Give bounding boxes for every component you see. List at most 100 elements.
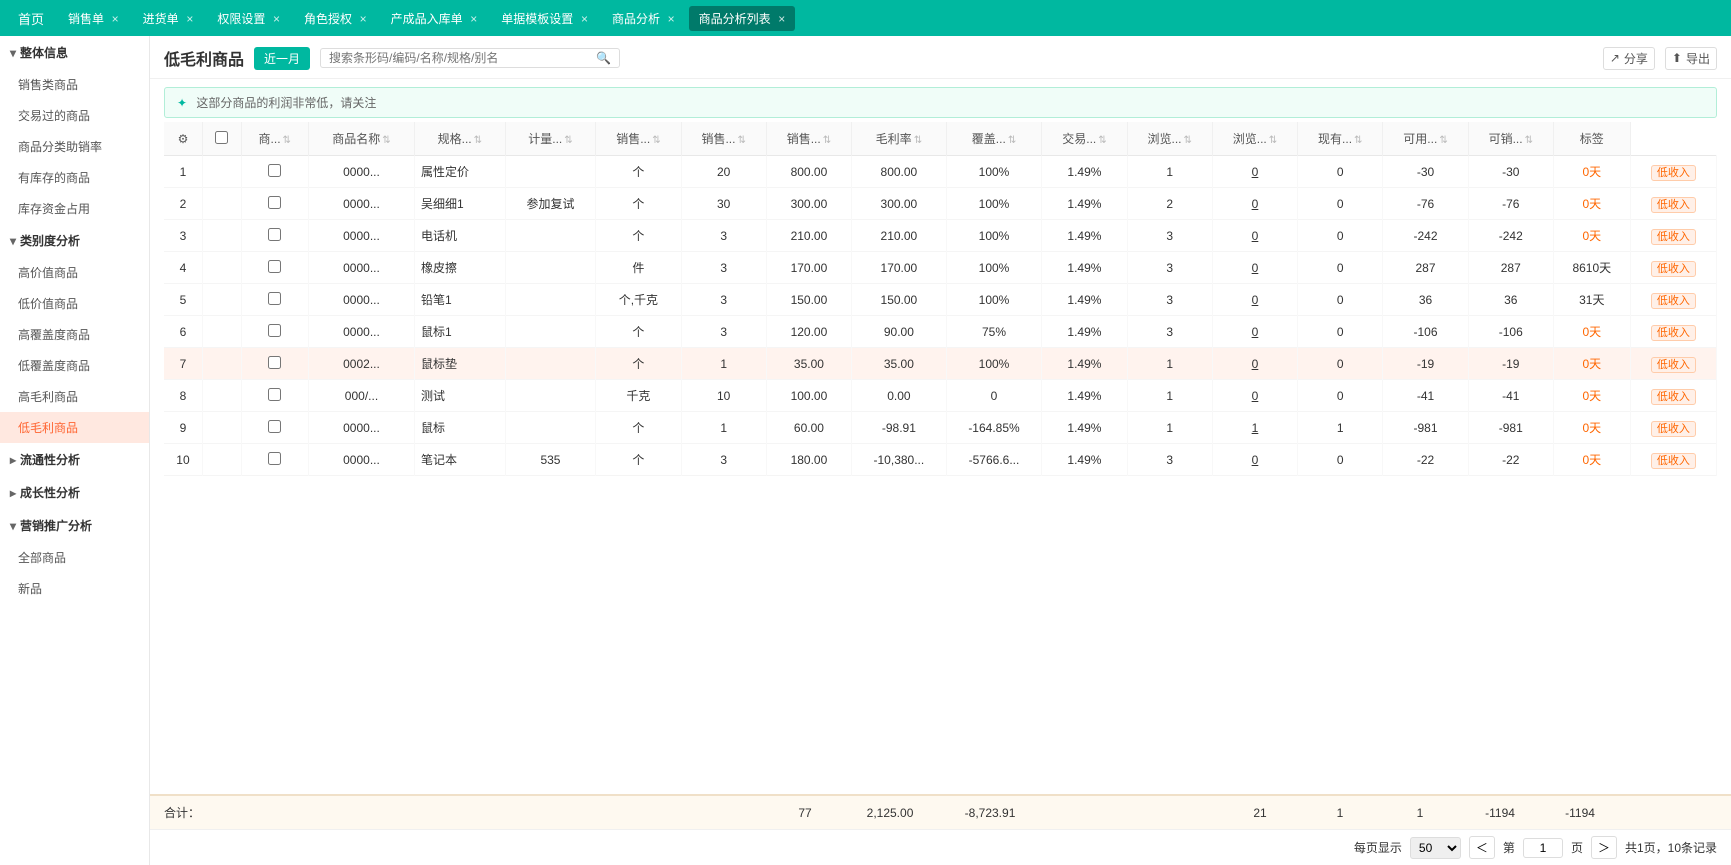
nav-item-home[interactable]: 首页 <box>8 5 54 32</box>
per-page-select[interactable]: 50 20 100 <box>1410 837 1461 859</box>
row-available: -242 <box>1468 220 1553 252</box>
next-page-button[interactable]: ＞ <box>1591 836 1617 859</box>
close-icon[interactable]: × <box>581 12 588 26</box>
row-select-checkbox[interactable] <box>268 228 281 241</box>
row-actions[interactable] <box>202 252 241 284</box>
row-views1[interactable]: 0 <box>1212 252 1297 284</box>
nav-item-products[interactable]: 产成品入库单 × <box>381 6 488 31</box>
row-checkbox[interactable] <box>241 252 308 284</box>
date-filter-button[interactable]: 近一月 <box>254 47 310 70</box>
row-views1[interactable]: 0 <box>1212 220 1297 252</box>
close-icon[interactable]: × <box>273 12 280 26</box>
sidebar-item-high-margin[interactable]: 高毛利商品 <box>0 381 149 412</box>
sidebar-item-sales-goods[interactable]: 销售类商品 <box>0 69 149 100</box>
row-views1[interactable]: 1 <box>1212 412 1297 444</box>
sidebar-group-overall[interactable]: ▾ 整体信息 <box>0 36 149 69</box>
table-row: 10 0000... 笔记本 535 个 3 180.00 -10,380...… <box>164 444 1717 476</box>
row-views2: 0 <box>1298 188 1383 220</box>
nav-item-analysis[interactable]: 商品分析 × <box>602 6 685 31</box>
row-checkbox[interactable] <box>241 156 308 188</box>
row-checkbox[interactable] <box>241 316 308 348</box>
row-select-checkbox[interactable] <box>268 292 281 305</box>
row-saleable: 31天 <box>1553 284 1630 316</box>
sidebar-group-growth[interactable]: ▸ 成长性分析 <box>0 476 149 509</box>
row-select-checkbox[interactable] <box>268 164 281 177</box>
col-settings[interactable]: ⚙ <box>164 122 202 156</box>
share-button[interactable]: ↗ 分享 <box>1603 47 1655 70</box>
sidebar-group-circulation[interactable]: ▸ 流通性分析 <box>0 443 149 476</box>
nav-item-sales[interactable]: 销售单 × <box>58 6 129 31</box>
select-all-checkbox[interactable] <box>215 131 228 144</box>
row-views2: 0 <box>1298 380 1383 412</box>
search-input[interactable] <box>329 51 596 65</box>
row-views1[interactable]: 0 <box>1212 188 1297 220</box>
nav-item-purchase[interactable]: 进货单 × <box>133 6 204 31</box>
sidebar-group-category[interactable]: ▾ 类别度分析 <box>0 224 149 257</box>
sidebar-item-new-goods[interactable]: 新品 <box>0 573 149 604</box>
prev-page-button[interactable]: ＜ <box>1469 836 1495 859</box>
row-select-checkbox[interactable] <box>268 420 281 433</box>
sidebar-group-marketing[interactable]: ▾ 营销推广分析 <box>0 509 149 542</box>
col-checkbox[interactable] <box>202 122 241 156</box>
row-select-checkbox[interactable] <box>268 324 281 337</box>
row-actions[interactable] <box>202 284 241 316</box>
row-checkbox[interactable] <box>241 188 308 220</box>
row-views1[interactable]: 0 <box>1212 156 1297 188</box>
row-sales-profit: 90.00 <box>852 316 947 348</box>
row-current-stock: -242 <box>1383 220 1468 252</box>
sidebar-item-low-margin[interactable]: 低毛利商品 <box>0 412 149 443</box>
close-icon[interactable]: × <box>668 12 675 26</box>
nav-item-roles[interactable]: 角色授权 × <box>294 6 377 31</box>
row-checkbox[interactable] <box>241 348 308 380</box>
row-checkbox[interactable] <box>241 284 308 316</box>
row-actions[interactable] <box>202 156 241 188</box>
row-available: 36 <box>1468 284 1553 316</box>
sidebar-item-high-value[interactable]: 高价值商品 <box>0 257 149 288</box>
row-checkbox[interactable] <box>241 380 308 412</box>
search-icon[interactable]: 🔍 <box>596 51 611 65</box>
row-views1[interactable]: 0 <box>1212 444 1297 476</box>
sidebar-item-traded-goods[interactable]: 交易过的商品 <box>0 100 149 131</box>
row-actions[interactable] <box>202 412 241 444</box>
close-icon[interactable]: × <box>186 12 193 26</box>
sidebar-item-all-goods[interactable]: 全部商品 <box>0 542 149 573</box>
row-transactions: 3 <box>1127 220 1212 252</box>
row-select-checkbox[interactable] <box>268 260 281 273</box>
nav-item-permissions[interactable]: 权限设置 × <box>207 6 290 31</box>
row-select-checkbox[interactable] <box>268 196 281 209</box>
row-actions[interactable] <box>202 188 241 220</box>
row-select-checkbox[interactable] <box>268 452 281 465</box>
sidebar-item-stocked-goods[interactable]: 有库存的商品 <box>0 162 149 193</box>
row-actions[interactable] <box>202 348 241 380</box>
page-input[interactable] <box>1523 838 1563 858</box>
sidebar-item-category-rate[interactable]: 商品分类助销率 <box>0 131 149 162</box>
nav-item-analysis-list[interactable]: 商品分析列表 × <box>689 6 796 31</box>
row-actions[interactable] <box>202 444 241 476</box>
row-views1[interactable]: 0 <box>1212 316 1297 348</box>
row-actions[interactable] <box>202 316 241 348</box>
row-select-checkbox[interactable] <box>268 356 281 369</box>
row-views1[interactable]: 0 <box>1212 348 1297 380</box>
row-views1[interactable]: 0 <box>1212 284 1297 316</box>
row-actions[interactable] <box>202 380 241 412</box>
row-checkbox[interactable] <box>241 412 308 444</box>
row-name: 铅笔1 <box>415 284 506 316</box>
sidebar-item-low-coverage[interactable]: 低覆盖度商品 <box>0 350 149 381</box>
table-container[interactable]: ⚙ 商...⇅ 商品名称⇅ 规格...⇅ 计量...⇅ 销售...⇅ 销售...… <box>150 122 1731 794</box>
export-button[interactable]: ⬆ 导出 <box>1665 47 1717 70</box>
row-sales-qty: 3 <box>681 220 766 252</box>
close-icon[interactable]: × <box>778 12 785 26</box>
sidebar-item-high-coverage[interactable]: 高覆盖度商品 <box>0 319 149 350</box>
row-checkbox[interactable] <box>241 444 308 476</box>
row-checkbox[interactable] <box>241 220 308 252</box>
row-select-checkbox[interactable] <box>268 388 281 401</box>
page-of-label: 页 <box>1571 839 1583 856</box>
close-icon[interactable]: × <box>112 12 119 26</box>
sidebar-item-low-value[interactable]: 低价值商品 <box>0 288 149 319</box>
row-actions[interactable] <box>202 220 241 252</box>
sidebar-item-stock-funds[interactable]: 库存资金占用 <box>0 193 149 224</box>
row-views1[interactable]: 0 <box>1212 380 1297 412</box>
close-icon[interactable]: × <box>360 12 367 26</box>
close-icon[interactable]: × <box>470 12 477 26</box>
nav-item-templates[interactable]: 单据模板设置 × <box>491 6 598 31</box>
